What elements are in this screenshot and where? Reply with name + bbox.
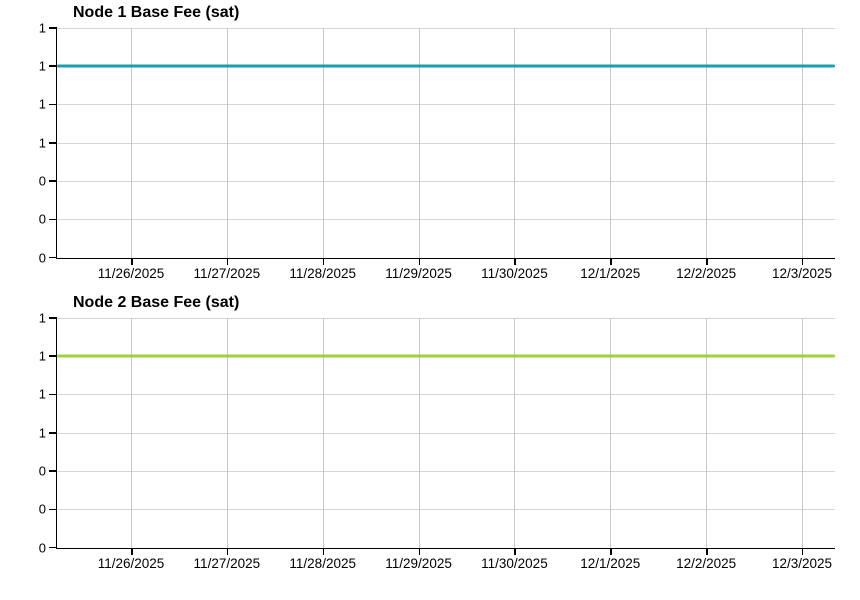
- gridline-vertical: [322, 28, 324, 258]
- y-tick-label: 1: [38, 20, 46, 36]
- chart-title: Node 1 Base Fee (sat): [73, 4, 240, 21]
- y-axis-line: [55, 27, 57, 259]
- gridline-vertical: [801, 28, 803, 258]
- x-axis-line: [55, 257, 835, 259]
- gridline-horizontal: [57, 509, 835, 511]
- gridline-horizontal: [57, 318, 835, 319]
- gridline-vertical: [226, 28, 228, 258]
- x-axis-tick: [418, 259, 421, 265]
- x-tick-label: 12/3/2025: [771, 555, 833, 571]
- x-axis-tick: [226, 549, 229, 555]
- x-axis-line: [55, 547, 835, 549]
- y-tick-label: 0: [38, 540, 46, 555]
- y-tick-label: 1: [38, 348, 46, 364]
- x-tick-label: 12/1/2025: [580, 265, 641, 281]
- y-axis-line: [55, 317, 57, 549]
- x-axis-tick: [322, 549, 325, 555]
- x-axis-tick: [801, 549, 804, 555]
- x-tick-label: 11/26/2025: [97, 265, 165, 281]
- x-tick-label: 11/30/2025: [481, 555, 548, 571]
- gridline-horizontal: [57, 104, 835, 106]
- x-axis-tick: [706, 259, 708, 265]
- chart-title: Node 2 Base Fee (sat): [73, 294, 240, 311]
- x-axis-tick: [514, 259, 516, 265]
- gridline-horizontal: [57, 470, 835, 472]
- gridline-vertical: [610, 28, 612, 258]
- x-tick-label: 12/2/2025: [676, 555, 737, 571]
- y-tick-label: 0: [38, 463, 46, 479]
- chart-node-1-base-fee: Node 1 Base Fee (sat) 1 1 1 1 0 0 0 11/26/2025 1…: [0, 0, 860, 290]
- y-tick-label: 1: [38, 58, 46, 74]
- x-tick-label: 11/30/2025: [481, 265, 548, 281]
- gridline-vertical: [801, 318, 803, 548]
- gridline-horizontal: [57, 432, 835, 434]
- gridline-vertical: [418, 318, 420, 548]
- gridline-vertical: [226, 318, 228, 548]
- y-tick-label: 0: [38, 250, 46, 265]
- x-axis-tick: [418, 549, 421, 555]
- gridline-vertical: [418, 28, 420, 258]
- dual-base-fee-charts: Node 1 Base Fee (sat) 1 1 1 1 0 0 0 11/26/2025 1…: [0, 0, 860, 600]
- gridline-vertical: [514, 28, 516, 258]
- x-axis-tick: [514, 549, 516, 555]
- series-line: [57, 64, 835, 68]
- gridline-vertical: [322, 318, 324, 548]
- y-tick-label: 1: [38, 386, 46, 402]
- x-tick-label: 11/27/2025: [193, 265, 261, 281]
- gridline-vertical: [131, 318, 132, 548]
- chart-node-2-base-fee: Node 2 Base Fee (sat) 1 1 1 1 0 0 0 11/26/2025 1…: [0, 290, 860, 600]
- y-tick-label: 0: [38, 173, 46, 189]
- y-tick-label: 0: [38, 211, 46, 227]
- gridline-horizontal: [57, 142, 835, 144]
- x-tick-label: 11/27/2025: [193, 555, 261, 571]
- x-tick-label: 12/2/2025: [676, 265, 737, 281]
- gridline-vertical: [131, 28, 132, 258]
- plot-area: 1 1 1 1 0 0 0 11/26/2025 11/27/2025 11/28/2025 11/…: [39, 312, 835, 570]
- x-tick-label: 12/1/2025: [580, 555, 641, 571]
- gridline-vertical: [706, 318, 708, 548]
- y-tick-label: 1: [38, 96, 46, 112]
- x-tick-label: 11/28/2025: [289, 555, 356, 571]
- gridline-horizontal: [57, 394, 835, 396]
- gridline-horizontal: [57, 180, 835, 182]
- x-axis-tick: [610, 259, 612, 265]
- x-axis-tick: [226, 259, 229, 265]
- gridline-vertical: [610, 318, 612, 548]
- y-tick-label: 0: [38, 501, 46, 517]
- x-axis-tick: [706, 549, 708, 555]
- gridline-horizontal: [57, 219, 835, 221]
- x-axis-tick: [801, 259, 804, 265]
- plot-area: 1 1 1 1 0 0 0 11/26/2025 11/27/2025 11/28/2025 11/…: [39, 22, 835, 280]
- x-axis-tick: [610, 549, 612, 555]
- gridline-horizontal: [57, 28, 835, 29]
- y-tick-label: 1: [38, 425, 46, 441]
- gridline-vertical: [514, 318, 516, 548]
- x-axis-tick: [131, 259, 133, 265]
- x-tick-label: 11/26/2025: [97, 555, 165, 571]
- x-axis-tick: [322, 259, 325, 265]
- x-tick-label: 11/29/2025: [385, 265, 452, 281]
- x-tick-label: 11/28/2025: [289, 265, 356, 281]
- series-line: [57, 354, 835, 358]
- y-tick-label: 1: [38, 310, 46, 326]
- x-tick-label: 11/29/2025: [385, 555, 452, 571]
- y-tick-label: 1: [38, 135, 46, 151]
- x-tick-label: 12/3/2025: [771, 265, 833, 281]
- gridline-vertical: [706, 28, 708, 258]
- x-axis-tick: [131, 549, 133, 555]
